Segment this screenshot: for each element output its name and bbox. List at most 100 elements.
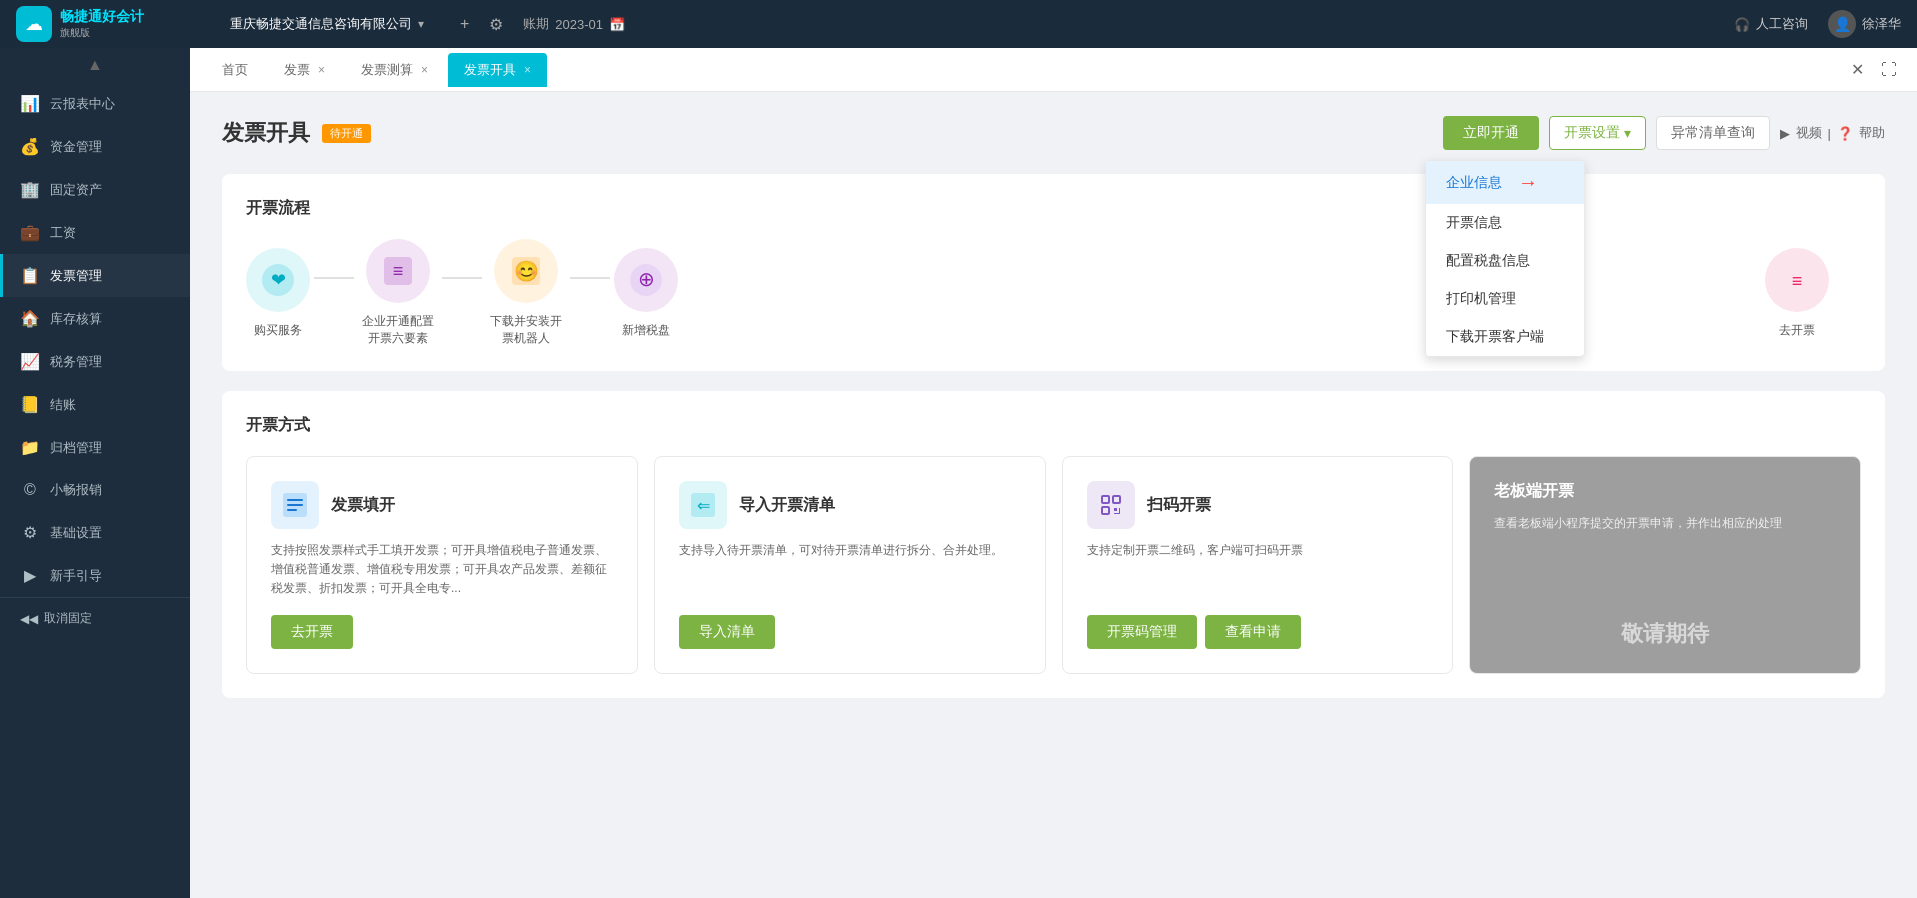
exception-list-button[interactable]: 异常清单查询 bbox=[1656, 116, 1770, 150]
method-desc-scan: 支持定制开票二维码，客户端可扫码开票 bbox=[1087, 541, 1429, 599]
flow-section: 开票流程 ❤ 购买服务 bbox=[222, 174, 1885, 371]
method-title-import: 导入开票清单 bbox=[739, 495, 835, 516]
svg-text:⊕: ⊕ bbox=[638, 268, 655, 290]
tab-invoice-issue[interactable]: 发票开具 × bbox=[448, 53, 547, 87]
qr-manage-button[interactable]: 开票码管理 bbox=[1087, 615, 1197, 649]
tab-invoice-label: 发票 bbox=[284, 61, 310, 79]
header-actions: 立即开通 开票设置 ▾ 异常清单查询 ▶ 视频 | ❓ 帮助 bbox=[1443, 116, 1885, 150]
sidebar-label-salary: 工资 bbox=[50, 224, 76, 242]
tax-config-label: 配置税盘信息 bbox=[1446, 252, 1530, 270]
invoice-settings-label: 开票设置 bbox=[1564, 124, 1620, 142]
sidebar-item-report[interactable]: © 小畅报销 bbox=[0, 469, 190, 511]
go-invoice-button[interactable]: 去开票 bbox=[271, 615, 353, 649]
method-icon-import: ⇐ bbox=[679, 481, 727, 529]
dropdown-item-invoice-info[interactable]: 开票信息 bbox=[1426, 204, 1584, 242]
dropdown-item-download-client[interactable]: 下载开票客户端 bbox=[1426, 318, 1584, 356]
sidebar-item-archive[interactable]: 📁 归档管理 bbox=[0, 426, 190, 469]
tab-home[interactable]: 首页 bbox=[206, 53, 264, 87]
svg-text:≡: ≡ bbox=[393, 261, 404, 281]
flow-steps: ❤ 购买服务 ≡ 企业开通配置 bbox=[246, 239, 1861, 347]
method-footer-scan: 开票码管理 查看申请 bbox=[1087, 615, 1429, 649]
chevron-down-settings-icon: ▾ bbox=[1624, 125, 1631, 141]
dropdown-item-company-info[interactable]: 企业信息 → bbox=[1426, 161, 1584, 204]
method-icon-fill bbox=[271, 481, 319, 529]
method-grid: 发票填开 支持按照发票样式手工填开发票；可开具增值税电子普通发票、增值税普通发票… bbox=[246, 456, 1861, 674]
method-section-title: 开票方式 bbox=[246, 415, 1861, 436]
sidebar-label-inventory: 库存核算 bbox=[50, 310, 102, 328]
dropdown-item-tax-config[interactable]: 配置税盘信息 bbox=[1426, 242, 1584, 280]
cloud-report-icon: 📊 bbox=[20, 94, 40, 113]
activate-button[interactable]: 立即开通 bbox=[1443, 116, 1539, 150]
company-info-label: 企业信息 bbox=[1446, 174, 1502, 192]
tab-invoice-calc[interactable]: 发票测算 × bbox=[345, 53, 444, 87]
user-area[interactable]: 👤 徐泽华 bbox=[1828, 10, 1901, 38]
sidebar-item-fund[interactable]: 💰 资金管理 bbox=[0, 125, 190, 168]
play-icon[interactable]: ▶ bbox=[1780, 126, 1790, 141]
fixed-assets-icon: 🏢 bbox=[20, 180, 40, 199]
flow-step-buy-service: ❤ 购买服务 bbox=[246, 248, 310, 339]
step-label-download: 下载并安装开票机器人 bbox=[486, 313, 566, 347]
svg-text:⇐: ⇐ bbox=[696, 497, 709, 514]
support-label: 人工咨询 bbox=[1756, 15, 1808, 33]
method-card-scan: 扫码开票 支持定制开票二维码，客户端可扫码开票 开票码管理 查看申请 bbox=[1062, 456, 1454, 674]
salary-icon: 💼 bbox=[20, 223, 40, 242]
chevron-down-icon: ▾ bbox=[418, 17, 424, 31]
support-area[interactable]: 🎧 人工咨询 bbox=[1734, 15, 1808, 33]
svg-text:≡: ≡ bbox=[1792, 271, 1803, 291]
step-label-buy-service: 购买服务 bbox=[254, 322, 302, 339]
video-help-area: ▶ 视频 | ❓ 帮助 bbox=[1780, 124, 1885, 142]
sidebar-item-inventory[interactable]: 🏠 库存核算 bbox=[0, 297, 190, 340]
method-desc-import: 支持导入待开票清单，可对待开票清单进行拆分、合并处理。 bbox=[679, 541, 1021, 599]
svg-rect-11 bbox=[287, 499, 303, 501]
tab-bar: 首页 发票 × 发票测算 × 发票开具 × ✕ ⛶ bbox=[190, 48, 1917, 92]
sidebar-item-salary[interactable]: 💼 工资 bbox=[0, 211, 190, 254]
report-icon: © bbox=[20, 481, 40, 499]
method-section: 开票方式 bbox=[222, 391, 1885, 698]
sidebar-item-accounting[interactable]: 📒 结账 bbox=[0, 383, 190, 426]
invoice-icon: 📋 bbox=[20, 266, 40, 285]
tab-invoice-issue-label: 发票开具 bbox=[464, 61, 516, 79]
dropdown-item-printer[interactable]: 打印机管理 bbox=[1426, 280, 1584, 318]
method-desc-fill: 支持按照发票样式手工填开发票；可开具增值税电子普通发票、增值税普通发票、增值税专… bbox=[271, 541, 613, 599]
sidebar-item-settings[interactable]: ⚙ 基础设置 bbox=[0, 511, 190, 554]
settings-sidebar-icon: ⚙ bbox=[20, 523, 40, 542]
maximize-window-btn[interactable]: ⛶ bbox=[1877, 58, 1901, 82]
company-selector[interactable]: 重庆畅捷交通信息咨询有限公司 ▾ bbox=[222, 11, 432, 37]
tab-invoice-issue-close[interactable]: × bbox=[524, 63, 531, 77]
sidebar-item-cloud-report[interactable]: 📊 云报表中心 bbox=[0, 82, 190, 125]
sidebar-scroll-up[interactable]: ▲ bbox=[0, 48, 190, 82]
sidebar-item-fixed-assets[interactable]: 🏢 固定资产 bbox=[0, 168, 190, 211]
tab-invoice-calc-label: 发票测算 bbox=[361, 61, 413, 79]
method-icon-scan bbox=[1087, 481, 1135, 529]
method-title-fill: 发票填开 bbox=[331, 495, 395, 516]
tab-home-label: 首页 bbox=[222, 61, 248, 79]
close-window-btn[interactable]: ✕ bbox=[1845, 58, 1869, 82]
red-arrow-icon: → bbox=[1518, 171, 1538, 194]
calendar-icon[interactable]: 📅 bbox=[609, 17, 625, 32]
step-icon-download: 😊 bbox=[494, 239, 558, 303]
help-circle-icon: ❓ bbox=[1837, 126, 1853, 141]
view-apply-button[interactable]: 查看申请 bbox=[1205, 615, 1301, 649]
page-title-area: 发票开具 待开通 bbox=[222, 118, 371, 148]
add-icon[interactable]: + bbox=[456, 11, 473, 37]
sidebar-item-invoice[interactable]: 📋 发票管理 bbox=[0, 254, 190, 297]
import-list-button[interactable]: 导入清单 bbox=[679, 615, 775, 649]
tax-icon: 📈 bbox=[20, 352, 40, 371]
sidebar-item-guide[interactable]: ▶ 新手引导 bbox=[0, 554, 190, 597]
tab-invoice[interactable]: 发票 × bbox=[268, 53, 341, 87]
sidebar-bottom-cancel[interactable]: ◀◀ 取消固定 bbox=[0, 597, 190, 639]
accounting-period: 账期 2023-01 📅 bbox=[523, 15, 625, 33]
svg-rect-20 bbox=[1114, 508, 1117, 511]
method-card-fill-form: 发票填开 支持按照发票样式手工填开发票；可开具增值税电子普通发票、增值税普通发票… bbox=[246, 456, 638, 674]
method-card-import: ⇐ 导入开票清单 支持导入待开票清单，可对待开票清单进行拆分、合并处理。 导入清… bbox=[654, 456, 1046, 674]
flow-step-issue: ≡ 去开票 bbox=[1765, 248, 1829, 339]
archive-icon: 📁 bbox=[20, 438, 40, 457]
settings-icon[interactable]: ⚙ bbox=[485, 11, 507, 38]
video-label: 视频 bbox=[1796, 124, 1822, 142]
tab-invoice-close[interactable]: × bbox=[318, 63, 325, 77]
tab-invoice-calc-close[interactable]: × bbox=[421, 63, 428, 77]
sidebar-item-tax[interactable]: 📈 税务管理 bbox=[0, 340, 190, 383]
invoice-settings-button[interactable]: 开票设置 ▾ bbox=[1549, 116, 1646, 150]
unpin-label: 取消固定 bbox=[44, 610, 92, 627]
invoice-info-label: 开票信息 bbox=[1446, 214, 1502, 232]
